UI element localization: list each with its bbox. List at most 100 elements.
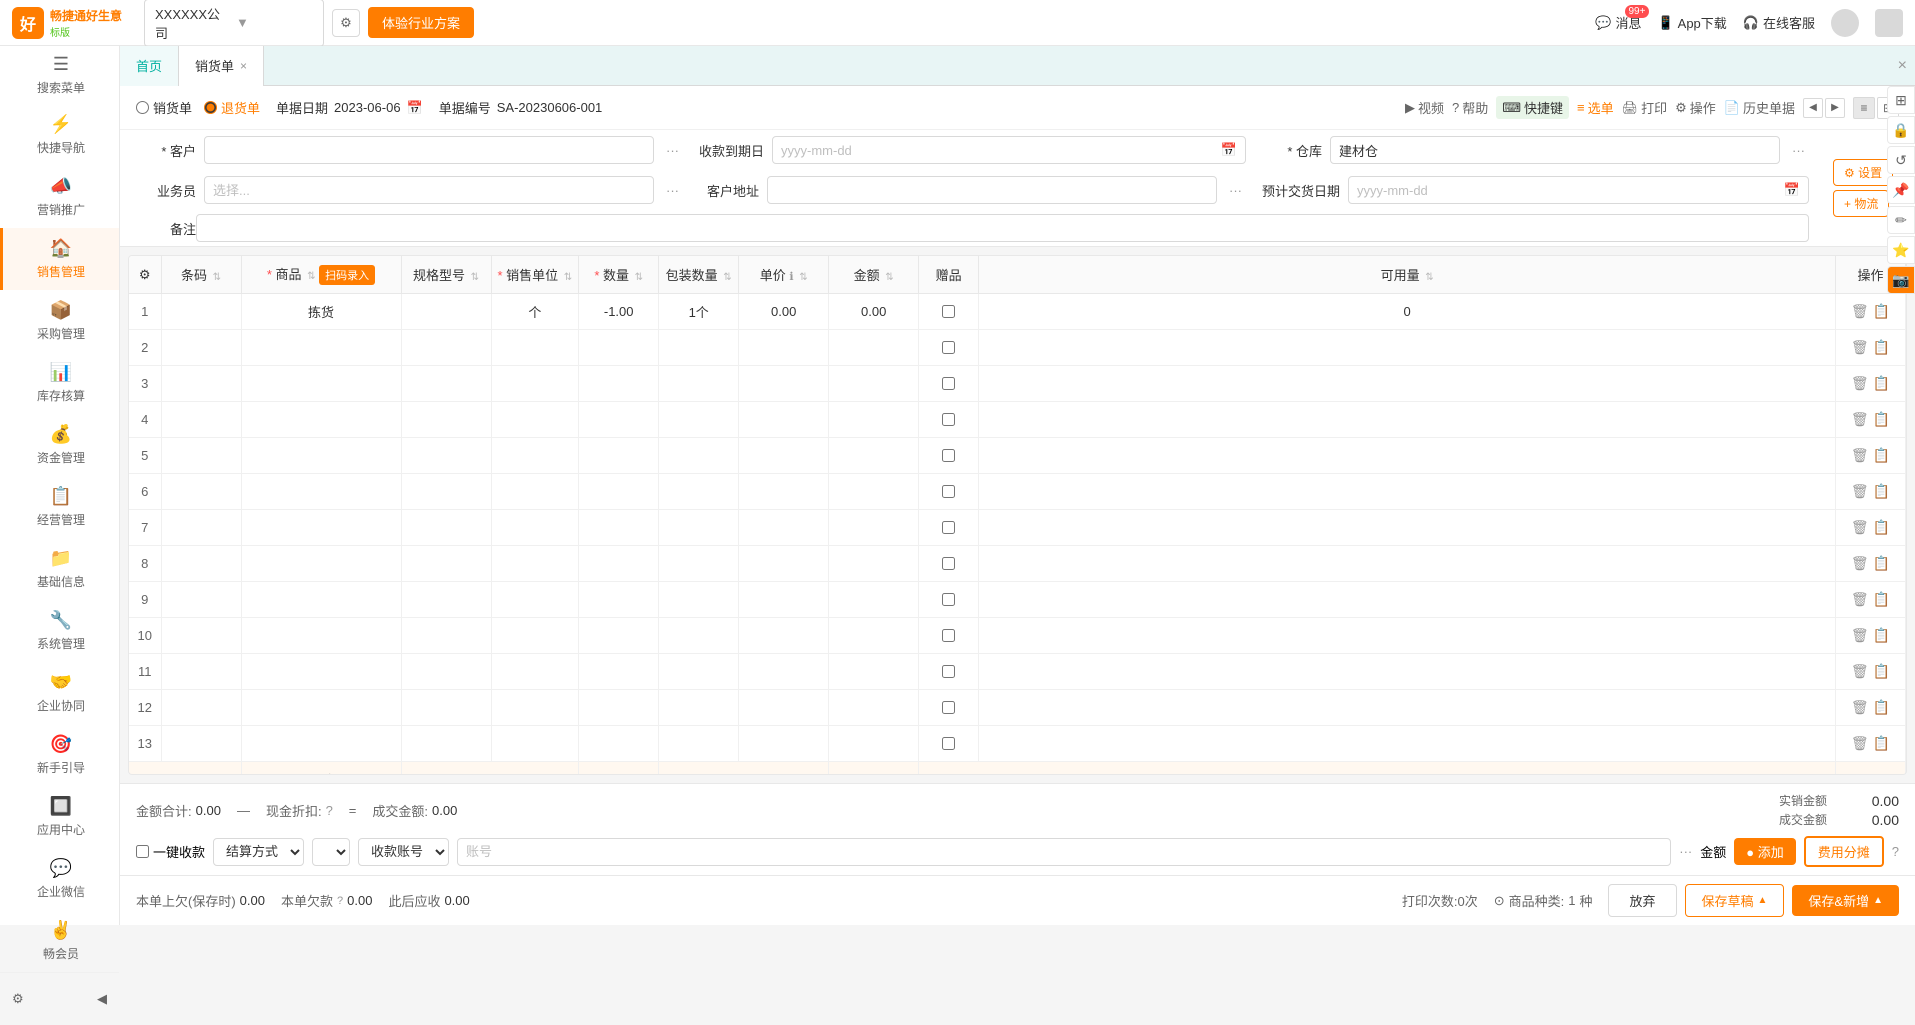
sidebar-item-purchase[interactable]: 📦 采购管理 — [0, 290, 119, 352]
sidebar-item-search[interactable]: ☰ 搜索菜单 — [0, 46, 119, 104]
avatar[interactable] — [1831, 9, 1859, 37]
radio-product-kind[interactable]: ⊙ — [1494, 893, 1505, 909]
copy-icon-5[interactable]: 📋 — [1873, 447, 1890, 464]
dots-icon[interactable]: ··· — [1679, 844, 1692, 859]
sidebar-item-basic[interactable]: 📁 基础信息 — [0, 538, 119, 600]
copy-icon-6[interactable]: 📋 — [1873, 483, 1890, 500]
delete-icon-11[interactable]: 🗑 — [1851, 663, 1869, 680]
tab-close-main[interactable]: × — [1898, 57, 1915, 75]
next-arrow[interactable]: ▶ — [1825, 98, 1845, 118]
copy-icon-13[interactable]: 📋 — [1873, 735, 1890, 752]
tab-home[interactable]: 首页 — [120, 46, 179, 86]
customer-input-wrapper[interactable] — [204, 136, 654, 164]
sidebar-item-operation[interactable]: 📋 经营管理 — [0, 476, 119, 538]
tab-close-icon[interactable]: × — [240, 59, 247, 73]
message-button[interactable]: 💬 消息 99+ — [1595, 13, 1641, 32]
list-view-btn[interactable]: ≡ — [1853, 97, 1875, 119]
shortcut-btn[interactable]: ⌨ 快捷键 — [1496, 96, 1569, 119]
row-unit-2[interactable] — [491, 330, 579, 366]
salesperson-more-icon[interactable]: ··· — [662, 183, 683, 198]
expense-help-icon[interactable]: ? — [1892, 844, 1899, 859]
delete-icon-5[interactable]: 🗑 — [1851, 447, 1869, 464]
right-panel-btn-1[interactable]: ⊞ — [1887, 86, 1915, 114]
warehouse-wrapper[interactable] — [1330, 136, 1780, 164]
expense-split-button[interactable]: 费用分摊 — [1804, 836, 1884, 867]
copy-icon-2[interactable]: 📋 — [1873, 339, 1890, 356]
remark-wrapper[interactable] — [196, 214, 1809, 242]
payment-method-select2[interactable] — [312, 838, 350, 866]
delete-icon-4[interactable]: 🗑 — [1851, 411, 1869, 428]
delete-icon-8[interactable]: 🗑 — [1851, 555, 1869, 572]
customer-address-wrapper[interactable] — [767, 176, 1217, 204]
right-panel-btn-4[interactable]: 📌 — [1887, 176, 1915, 204]
delete-icon-10[interactable]: 🗑 — [1851, 627, 1869, 644]
row-unit-price-1[interactable]: 0.00 — [739, 294, 829, 330]
sidebar-item-sales[interactable]: 🏠 销售管理 — [0, 228, 119, 290]
sidebar-settings-btn[interactable]: ⚙ — [12, 981, 24, 1017]
sidebar-item-inventory[interactable]: 📊 库存核算 — [0, 352, 119, 414]
row-spec-1[interactable] — [401, 294, 491, 330]
account-input[interactable] — [457, 838, 1671, 866]
sidebar-item-wechat[interactable]: 💬 企业微信 — [0, 848, 119, 910]
sidebar-item-finance[interactable]: 💰 资金管理 — [0, 414, 119, 476]
row-product-2[interactable] — [241, 330, 401, 366]
help-link[interactable]: ? 帮助 — [1452, 98, 1488, 117]
row-price-2[interactable] — [739, 330, 829, 366]
sidebar-item-appstore[interactable]: 🔲 应用中心 — [0, 786, 119, 848]
warehouse-more-icon[interactable]: ··· — [1788, 143, 1809, 158]
copy-icon-11[interactable]: 📋 — [1873, 663, 1890, 680]
copy-icon-3[interactable]: 📋 — [1873, 375, 1890, 392]
delete-icon-9[interactable]: 🗑 — [1851, 591, 1869, 608]
delete-icon-3[interactable]: 🗑 — [1851, 375, 1869, 392]
copy-icon-1[interactable]: 📋 — [1873, 303, 1890, 320]
quick-pay-checkbox[interactable]: 一键收款 — [136, 842, 205, 861]
sidebar-item-newbie[interactable]: 🎯 新手引导 — [0, 724, 119, 786]
trial-button[interactable]: 体验行业方案 — [368, 7, 474, 38]
expected-date-wrapper[interactable]: 📅 — [1348, 176, 1809, 204]
salesperson-wrapper[interactable] — [204, 176, 654, 204]
discount-help-icon[interactable]: ? — [326, 803, 333, 818]
copy-icon-9[interactable]: 📋 — [1873, 591, 1890, 608]
save-new-button[interactable]: 保存&新增 ▲ — [1792, 885, 1899, 916]
delete-icon-1[interactable]: 🗑 — [1851, 303, 1869, 320]
action-btn[interactable]: ⚙ 操作 — [1675, 98, 1716, 117]
sidebar-item-vip[interactable]: ✌ 畅会员 — [0, 910, 119, 972]
copy-icon-4[interactable]: 📋 — [1873, 411, 1890, 428]
due-date-input[interactable] — [781, 143, 1221, 158]
delete-icon-13[interactable]: 🗑 — [1851, 735, 1869, 752]
setup-button[interactable]: ⚙ 设置 — [1833, 159, 1893, 186]
prev-arrow[interactable]: ◀ — [1803, 98, 1823, 118]
delete-icon-12[interactable]: 🗑 — [1851, 699, 1869, 716]
customer-address-input[interactable] — [776, 183, 1208, 198]
due-date-wrapper[interactable]: 📅 — [772, 136, 1246, 164]
row-pack-qty-2[interactable] — [659, 330, 739, 366]
right-panel-btn-7[interactable]: 📷 — [1887, 266, 1915, 294]
sidebar-item-enterprise[interactable]: 🤝 企业协同 — [0, 662, 119, 724]
payment-method-select[interactable]: 结算方式 — [213, 838, 304, 866]
draft-button[interactable]: 保存草稿 ▲ — [1685, 884, 1785, 917]
print-btn[interactable]: 🖨 打印 — [1622, 98, 1668, 117]
right-panel-btn-6[interactable]: ⭐ — [1887, 236, 1915, 264]
expected-date-calendar-icon[interactable]: 📅 — [1784, 182, 1800, 198]
th-settings[interactable]: ⚙ — [129, 256, 161, 294]
row-barcode-1[interactable] — [161, 294, 241, 330]
account-select[interactable]: 收款账号 — [358, 838, 449, 866]
customer-more-icon[interactable]: ··· — [662, 143, 683, 158]
row-gift-2[interactable] — [919, 330, 979, 366]
user-menu[interactable] — [1875, 9, 1903, 37]
sidebar-item-system[interactable]: 🔧 系统管理 — [0, 600, 119, 662]
settings-icon[interactable]: ⚙ — [332, 9, 360, 37]
delete-icon-7[interactable]: 🗑 — [1851, 519, 1869, 536]
expected-date-input[interactable] — [1357, 183, 1784, 198]
copy-icon-10[interactable]: 📋 — [1873, 627, 1890, 644]
table-settings-icon[interactable]: ⚙ — [139, 267, 151, 282]
delete-icon-6[interactable]: 🗑 — [1851, 483, 1869, 500]
right-panel-btn-5[interactable]: ✏ — [1887, 206, 1915, 234]
return-order-radio[interactable]: 退货单 — [204, 98, 260, 117]
sidebar-item-quicknav[interactable]: ⚡ 快捷导航 — [0, 104, 119, 166]
sales-order-radio[interactable]: 销货单 — [136, 98, 192, 117]
row-amount-2[interactable] — [829, 330, 919, 366]
info-icon-price[interactable]: ℹ — [789, 271, 793, 283]
copy-icon-8[interactable]: 📋 — [1873, 555, 1890, 572]
salesperson-input[interactable] — [213, 183, 645, 198]
